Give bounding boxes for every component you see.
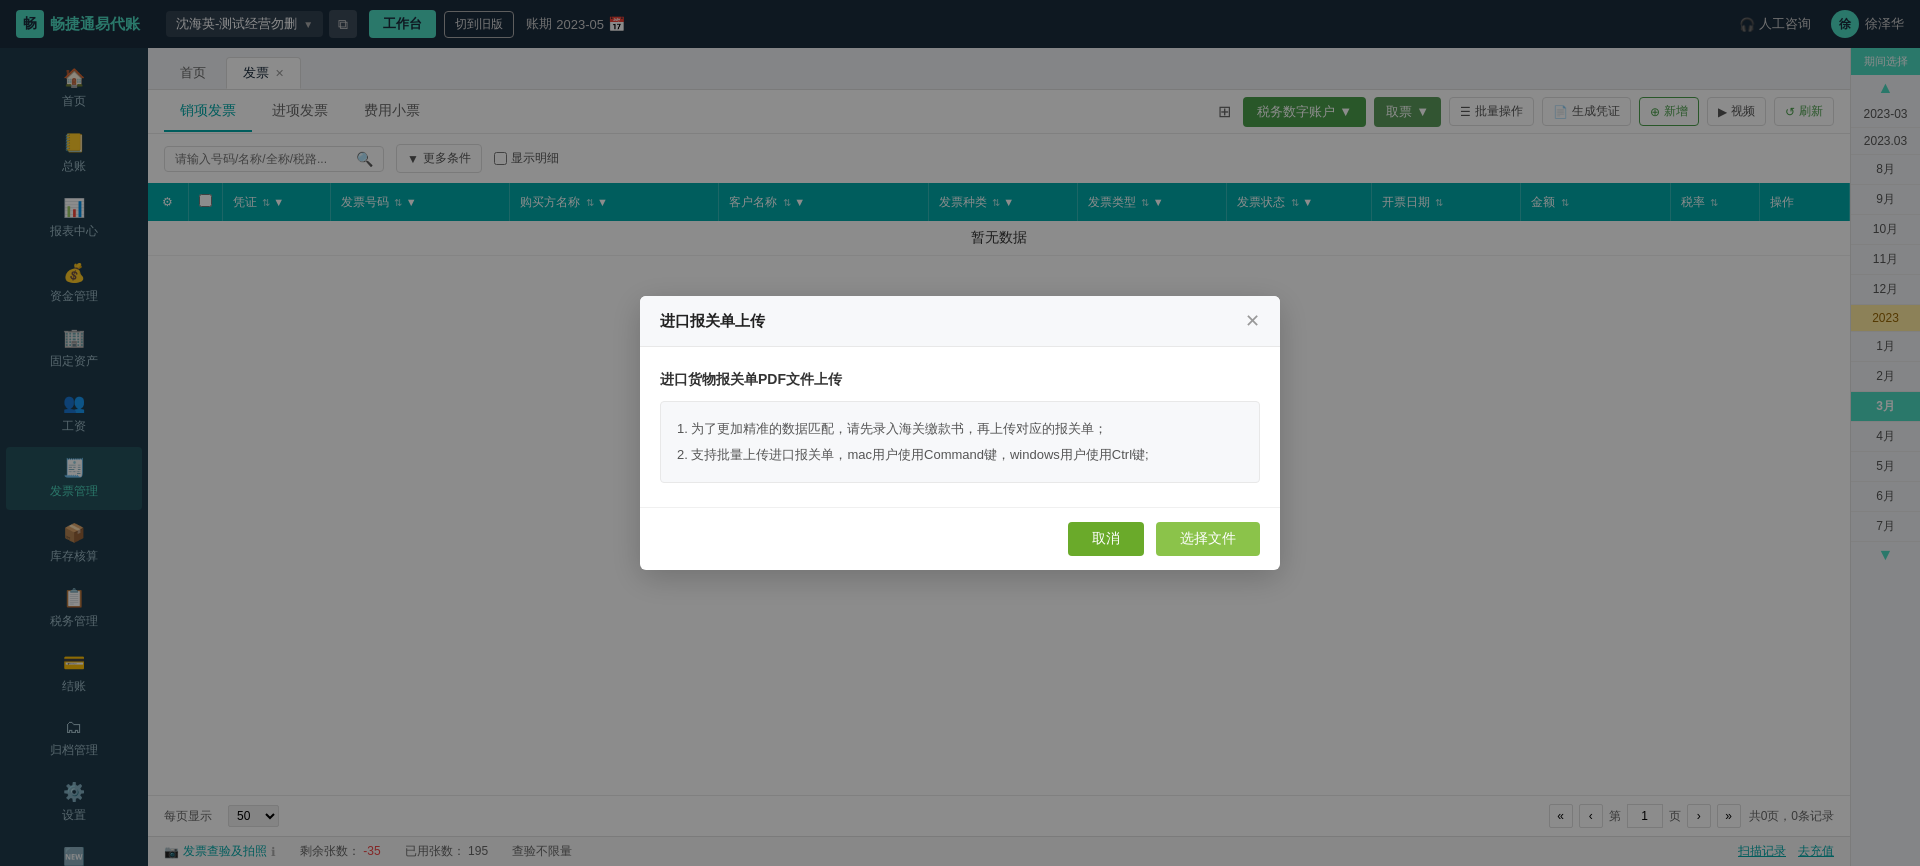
import-dialog: 进口报关单上传 ✕ 进口货物报关单PDF文件上传 1. 为了更加精准的数据匹配，…	[640, 296, 1280, 570]
dialog-footer: 取消 选择文件	[640, 507, 1280, 570]
dialog-overlay: 进口报关单上传 ✕ 进口货物报关单PDF文件上传 1. 为了更加精准的数据匹配，…	[0, 0, 1920, 866]
dialog-header: 进口报关单上传 ✕	[640, 296, 1280, 347]
dialog-section-title: 进口货物报关单PDF文件上传	[660, 371, 1260, 389]
dialog-info-line-2: 2. 支持批量上传进口报关单，mac用户使用Command键，windows用户…	[677, 442, 1243, 468]
dialog-close-button[interactable]: ✕	[1245, 310, 1260, 332]
dialog-select-file-button[interactable]: 选择文件	[1156, 522, 1260, 556]
dialog-info-box: 1. 为了更加精准的数据匹配，请先录入海关缴款书，再上传对应的报关单； 2. 支…	[660, 401, 1260, 483]
dialog-info-line-1: 1. 为了更加精准的数据匹配，请先录入海关缴款书，再上传对应的报关单；	[677, 416, 1243, 442]
dialog-body: 进口货物报关单PDF文件上传 1. 为了更加精准的数据匹配，请先录入海关缴款书，…	[640, 347, 1280, 507]
dialog-title: 进口报关单上传	[660, 312, 765, 331]
dialog-cancel-button[interactable]: 取消	[1068, 522, 1144, 556]
